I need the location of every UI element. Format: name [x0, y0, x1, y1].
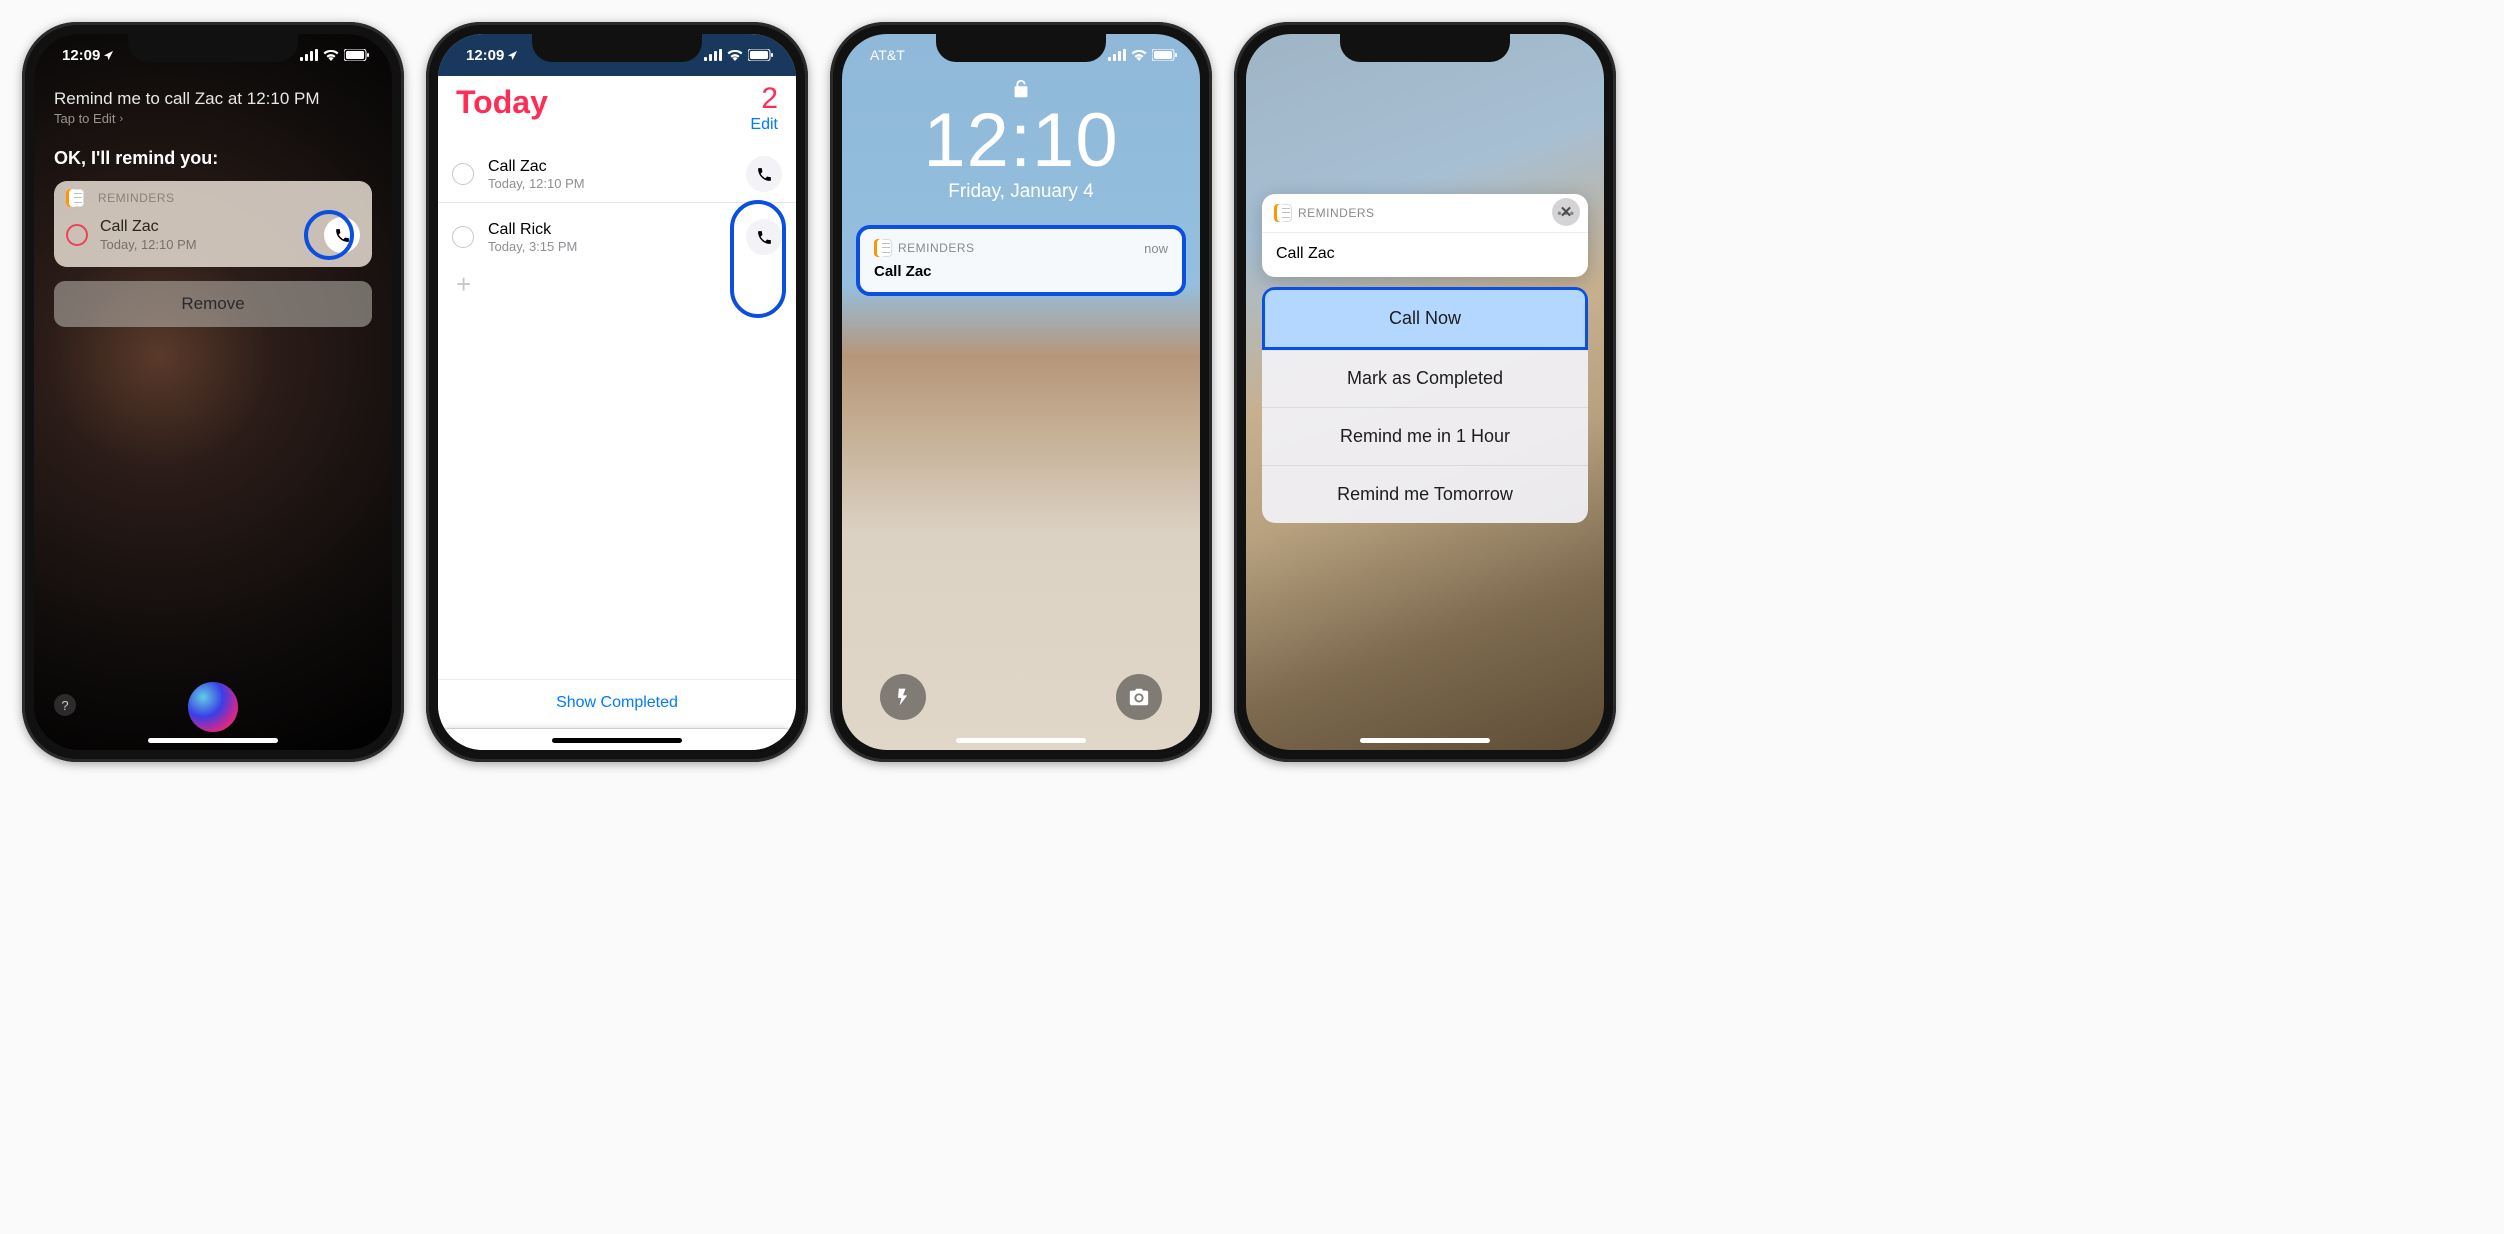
- siri-response: OK, I'll remind you:: [54, 148, 372, 169]
- notification-body: Call Zac: [1262, 233, 1588, 277]
- reminders-list: Call Zac Today, 12:10 PM Call Rick Today…: [438, 144, 796, 305]
- reminders-count-badge: 2: [750, 84, 778, 114]
- phone-icon: [756, 229, 773, 246]
- notch: [936, 34, 1106, 62]
- call-button[interactable]: [746, 156, 782, 192]
- phone-siri: 12:09 Remind me to call Zac at 12:10 PM …: [22, 22, 404, 762]
- notification-app-label: REMINDERS: [1298, 206, 1375, 220]
- phone-icon: [756, 166, 773, 183]
- home-indicator[interactable]: [956, 738, 1086, 743]
- reminder-item[interactable]: Call Zac Today, 12:10 PM: [438, 148, 796, 200]
- lock-notification[interactable]: REMINDERS now Call Zac: [856, 225, 1186, 296]
- notch: [128, 34, 298, 62]
- remove-button[interactable]: Remove: [54, 281, 372, 327]
- notification-actions: Call Now Mark as Completed Remind me in …: [1262, 287, 1588, 523]
- lock-time: 12:10: [842, 103, 1200, 179]
- reminder-subtitle: Today, 12:10 PM: [488, 176, 585, 191]
- reminder-complete-toggle[interactable]: [66, 224, 88, 246]
- add-reminder-button[interactable]: +: [438, 263, 796, 305]
- action-remind-1h[interactable]: Remind me in 1 Hour: [1262, 408, 1588, 466]
- reminders-app-icon: [874, 239, 892, 257]
- phone-notification-actions: ✕ REMINDERS ••• Call Zac Call Now Mark a…: [1234, 22, 1616, 762]
- location-icon: [103, 50, 114, 61]
- battery-icon: [1152, 49, 1178, 61]
- lock-date: Friday, January 4: [842, 181, 1200, 203]
- reminder-complete-toggle[interactable]: [452, 226, 474, 248]
- siri-help-button[interactable]: ?: [54, 694, 76, 716]
- wifi-icon: [727, 49, 743, 61]
- notification-app-label: REMINDERS: [898, 241, 975, 255]
- call-button[interactable]: [746, 219, 782, 255]
- reminders-app-icon: [66, 189, 84, 207]
- wifi-icon: [323, 49, 339, 61]
- reminder-title: Call Rick: [488, 221, 577, 239]
- home-indicator[interactable]: [552, 738, 682, 743]
- notification-body: Call Zac: [874, 263, 1168, 280]
- reminder-subtitle: Today, 3:15 PM: [488, 239, 577, 254]
- divider: [438, 202, 796, 203]
- reminder-item[interactable]: Call Rick Today, 3:15 PM: [438, 211, 796, 263]
- status-time: 12:09: [62, 47, 100, 64]
- siri-orb-icon[interactable]: [188, 682, 238, 732]
- show-completed-button[interactable]: Show Completed: [438, 694, 796, 712]
- battery-icon: [344, 49, 370, 61]
- camera-icon: [1128, 686, 1150, 708]
- home-indicator[interactable]: [148, 738, 278, 743]
- reminder-title: Call Zac: [100, 218, 197, 236]
- siri-user-prompt[interactable]: Remind me to call Zac at 12:10 PM: [54, 89, 372, 109]
- reminder-card[interactable]: REMINDERS Call Zac Today, 12:10 PM: [54, 181, 372, 267]
- phone-lock-screen: AT&T 12:10 Friday, January 4 REMINDERS n…: [830, 22, 1212, 762]
- wifi-icon: [1131, 49, 1147, 61]
- reminders-list-title: Today: [456, 84, 548, 121]
- notification-timestamp: now: [1144, 241, 1168, 256]
- unlock-icon: [1010, 78, 1032, 100]
- action-remind-tomorrow[interactable]: Remind me Tomorrow: [1262, 466, 1588, 523]
- location-icon: [507, 50, 518, 61]
- reminder-title: Call Zac: [488, 158, 585, 176]
- flashlight-button[interactable]: [880, 674, 926, 720]
- close-button[interactable]: ✕: [1552, 198, 1580, 226]
- reminders-app-icon: [1274, 204, 1292, 222]
- flashlight-icon: [893, 687, 913, 707]
- signal-icon: [300, 49, 318, 61]
- reminder-subtitle: Today, 12:10 PM: [100, 237, 197, 252]
- notification-card[interactable]: REMINDERS ••• Call Zac: [1262, 194, 1588, 277]
- tap-to-edit-button[interactable]: Tap to Edit ›: [54, 111, 372, 126]
- edit-button[interactable]: Edit: [750, 116, 778, 134]
- action-call-now[interactable]: Call Now: [1262, 287, 1588, 351]
- signal-icon: [1108, 49, 1126, 61]
- carrier-label: AT&T: [870, 47, 905, 63]
- reminder-app-label: REMINDERS: [98, 191, 175, 205]
- highlight-annotation: [304, 210, 354, 260]
- signal-icon: [704, 49, 722, 61]
- phone-reminders-app: 12:09 Today 2 Edit Call Zac: [426, 22, 808, 762]
- chevron-right-icon: ›: [119, 113, 123, 125]
- action-mark-completed[interactable]: Mark as Completed: [1262, 350, 1588, 408]
- home-indicator[interactable]: [1360, 738, 1490, 743]
- reminder-complete-toggle[interactable]: [452, 163, 474, 185]
- camera-button[interactable]: [1116, 674, 1162, 720]
- battery-icon: [748, 49, 774, 61]
- notch: [532, 34, 702, 62]
- status-time: 12:09: [466, 47, 504, 64]
- notch: [1340, 34, 1510, 62]
